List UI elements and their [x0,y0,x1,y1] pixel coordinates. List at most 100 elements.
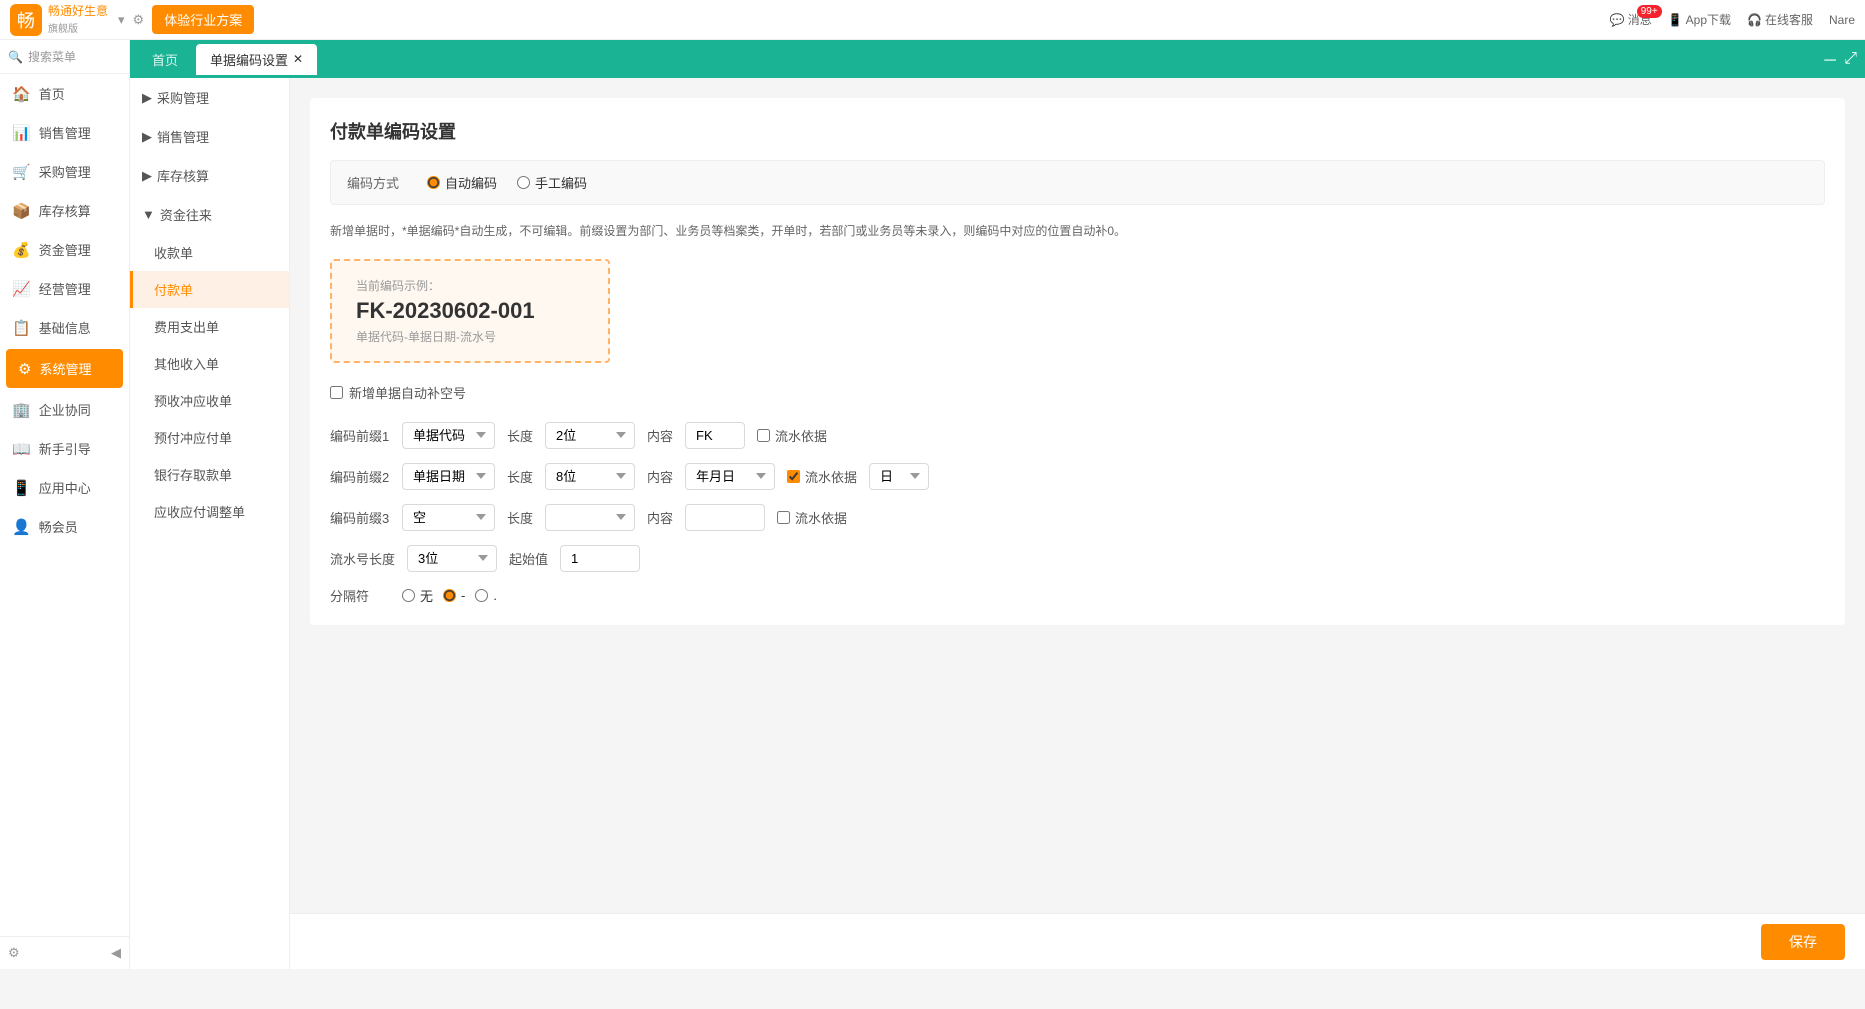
basic-icon: 📋 [12,319,31,337]
sidebar-item-inventory[interactable]: 📦 库存核算 [0,191,129,230]
sep-none-option[interactable]: 无 [402,586,433,605]
sub-item-bank-deposit[interactable]: 银行存取款单 [130,456,289,493]
footer-settings-icon[interactable]: ⚙ [8,945,20,961]
sub-item-ap-adjust[interactable]: 应收应付调整单 [130,493,289,530]
prefix2-length-select[interactable]: 8位 4位 6位 [545,463,635,490]
sub-item-payment[interactable]: 付款单 [130,271,289,308]
tab-bar-actions: － ⤢ [1822,47,1857,71]
message-icon: 💬 [1610,13,1625,27]
sidebar-label-member: 畅会员 [39,517,78,536]
sub-header-purchase[interactable]: ▶ 采购管理 [130,78,289,117]
auto-code-option[interactable]: 自动编码 [427,173,497,192]
prefix1-length-select[interactable]: 2位 4位 6位 [545,422,635,449]
sidebar-nav: 🏠 首页 📊 销售管理 🛒 采购管理 📦 库存核算 💰 资金管理 📈 经 [0,74,129,936]
manual-code-option[interactable]: 手工编码 [517,173,587,192]
prefix2-serial-checkbox[interactable] [787,470,800,483]
sidebar-footer: ⚙ ◀ [0,936,129,969]
sidebar-item-sales[interactable]: 📊 销售管理 [0,113,129,152]
tab-bar: 首页 单据编码设置 ✕ － ⤢ [130,40,1865,78]
sep-dash-radio[interactable] [443,589,456,602]
prefix2-label: 编码前缀2 [330,467,390,486]
brand: 畅 畅通好生意 旗舰版 [10,4,108,36]
settings-icon[interactable]: ⚙ [133,12,145,28]
sidebar-label-basic: 基础信息 [39,318,91,337]
messages-button[interactable]: 💬 消息 99+ [1610,11,1652,28]
tab-serial-setting[interactable]: 单据编码设置 ✕ [196,44,317,75]
dropdown-icon[interactable]: ▾ [118,12,125,28]
prefix3-serial-check[interactable]: 流水依据 [777,508,847,527]
industry-button[interactable]: 体验行业方案 [152,5,254,34]
manual-code-radio[interactable] [517,176,530,189]
sidebar-item-enterprise[interactable]: 🏢 企业协同 [0,390,129,429]
username: Nare [1829,13,1855,27]
serial-length-label: 流水号长度 [330,549,395,568]
content-area: ▶ 采购管理 ▶ 销售管理 ▶ 库存核算 [130,78,1865,969]
chevron-right-icon2: ▶ [142,129,152,145]
prefix3-select[interactable]: 空 单据代码 单据日期 [402,504,495,531]
top-bar-mid: ▾ ⚙ 体验行业方案 [118,5,254,34]
tab-close-icon[interactable]: ✕ [293,52,303,66]
serial-length-select[interactable]: 3位 4位 5位 [407,545,497,572]
sidebar-item-purchase[interactable]: 🛒 采购管理 [0,152,129,191]
save-button[interactable]: 保存 [1761,924,1845,960]
sub-group-capital: ▼ 资金往来 收款单 付款单 费用支出单 其他收入单 预收冲应收单 预付冲应付单… [130,195,289,530]
prefix2-content-select[interactable]: 年月日 年月 年 [685,463,775,490]
tab-maximize-icon[interactable]: ⤢ [1844,50,1857,68]
preview-code: FK-20230602-001 [356,298,584,324]
prefix1-select[interactable]: 单据代码 空 单据日期 [402,422,495,449]
prefix1-label: 编码前缀1 [330,426,390,445]
sidebar-label-guide: 新手引导 [39,439,91,458]
sub-header-sales[interactable]: ▶ 销售管理 [130,117,289,156]
sep-dash-option[interactable]: - [443,588,465,603]
user-info[interactable]: Nare [1829,13,1855,27]
footer-collapse-icon[interactable]: ◀ [111,945,121,961]
sidebar-item-finance[interactable]: 💰 资金管理 [0,230,129,269]
sub-item-other-income[interactable]: 其他收入单 [130,345,289,382]
prefix2-select[interactable]: 单据日期 单据代码 空 [402,463,495,490]
sidebar-item-apps[interactable]: 📱 应用中心 [0,468,129,507]
sep-dot-radio[interactable] [475,589,488,602]
sidebar-label-enterprise: 企业协同 [39,400,91,419]
sub-item-prepay-receipt[interactable]: 预收冲应收单 [130,382,289,419]
sub-header-inventory[interactable]: ▶ 库存核算 [130,156,289,195]
prefix1-serial-check[interactable]: 流水依据 [757,426,827,445]
sidebar-item-operation[interactable]: 📈 经营管理 [0,269,129,308]
sidebar-item-home[interactable]: 🏠 首页 [0,74,129,113]
start-value-input[interactable] [560,545,640,572]
prefix2-serial-check[interactable]: 流水依据 [787,467,857,486]
auto-fill-row: 新增单据自动补空号 [330,383,1825,402]
prefix2-granularity-select[interactable]: 日 月 年 [869,463,929,490]
form-row-serial: 流水号长度 3位 4位 5位 起始值 [330,545,1825,572]
sidebar-item-guide[interactable]: 📖 新手引导 [0,429,129,468]
auto-fill-checkbox[interactable] [330,386,343,399]
top-bar-left: 畅 畅通好生意 旗舰版 ▾ ⚙ 体验行业方案 [10,4,254,36]
footer-bar: 保存 [290,913,1865,969]
prefix3-content-label: 内容 [647,508,673,527]
separator-row: 分隔符 无 - [330,586,1825,605]
message-badge: 99+ [1637,5,1662,18]
prefix1-serial-checkbox[interactable] [757,429,770,442]
brand-logo: 畅 [10,4,42,36]
prefix1-content-input[interactable] [685,422,745,449]
search-menu[interactable]: 🔍 搜索菜单 [0,40,129,74]
sep-none-radio[interactable] [402,589,415,602]
sidebar-label-inventory: 库存核算 [39,201,91,220]
sub-item-prepay-payment[interactable]: 预付冲应付单 [130,419,289,456]
sidebar-item-basic[interactable]: 📋 基础信息 [0,308,129,347]
sub-header-capital[interactable]: ▼ 资金往来 [130,195,289,234]
sidebar-item-member[interactable]: 👤 畅会员 [0,507,129,546]
tab-minimize-icon[interactable]: － [1822,47,1838,71]
app-download-button[interactable]: 📱 App下载 [1668,11,1731,28]
prefix3-length-select[interactable] [545,504,635,531]
sidebar-label-purchase: 采购管理 [39,162,91,181]
prefix3-serial-checkbox[interactable] [777,511,790,524]
sub-item-receipt[interactable]: 收款单 [130,234,289,271]
prefix3-content-input[interactable] [685,504,765,531]
online-service-button[interactable]: 🎧 在线客服 [1747,11,1813,28]
sidebar-item-system[interactable]: ⚙ 系统管理 [6,349,123,388]
sub-item-expense[interactable]: 费用支出单 [130,308,289,345]
tab-home[interactable]: 首页 [138,44,192,75]
auto-code-radio[interactable] [427,176,440,189]
sep-dot-option[interactable]: . [475,588,497,603]
sales-icon: 📊 [12,124,31,142]
